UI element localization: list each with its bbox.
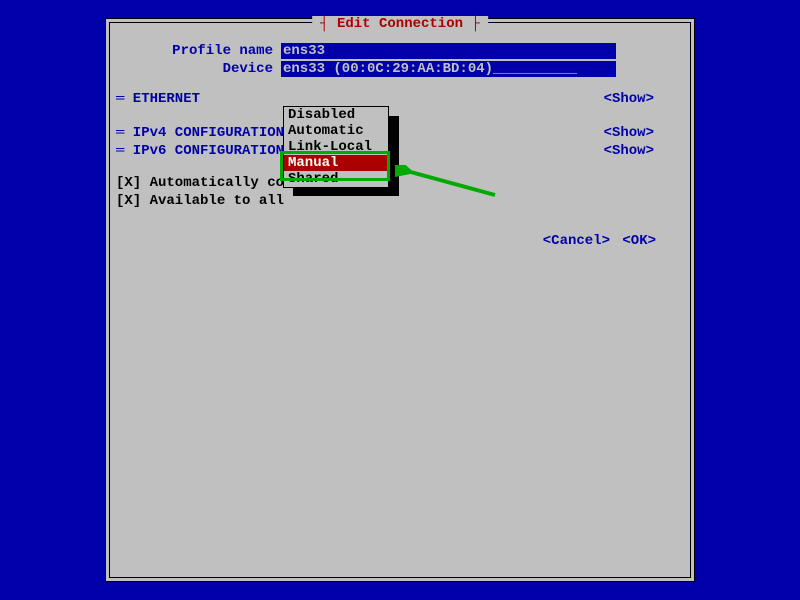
- dialog-content: Profile name ens33 Device ens33 (00:0C:2…: [116, 43, 684, 209]
- dropdown-item-manual[interactable]: Manual: [284, 155, 388, 171]
- device-input[interactable]: ens33 (00:0C:29:AA:BD:04)__________: [281, 61, 616, 77]
- ok-button[interactable]: <OK>: [622, 233, 656, 249]
- ethernet-label: ═ ETHERNET: [116, 91, 200, 107]
- profile-name-label: Profile name: [126, 43, 281, 59]
- dialog-buttons: <Cancel> <OK>: [539, 233, 656, 249]
- edit-connection-dialog: ┤ Edit Connection ├ Profile name ens33 D…: [105, 18, 695, 582]
- device-label: Device: [126, 61, 281, 77]
- dropdown-item-disabled[interactable]: Disabled: [284, 107, 388, 123]
- dialog-title: ┤ Edit Connection ├: [312, 16, 488, 32]
- ipv4-show-link[interactable]: <Show>: [604, 125, 654, 141]
- profile-name-row: Profile name ens33: [126, 43, 684, 59]
- dropdown-item-shared[interactable]: Shared: [284, 171, 388, 187]
- profile-name-input[interactable]: ens33: [281, 43, 616, 59]
- ethernet-show-link[interactable]: <Show>: [604, 91, 654, 107]
- ipv4-label: ═ IPv4 CONFIGURATION: [116, 125, 284, 141]
- ipv6-section: ═ IPv6 CONFIGURATION <Show>: [116, 143, 684, 159]
- ipv6-label: ═ IPv6 CONFIGURATION: [116, 143, 284, 159]
- auto-connect-checkbox[interactable]: [X] Automatically co: [116, 175, 684, 191]
- ipv4-section: ═ IPv4 CONFIGURATION <Show>: [116, 125, 684, 141]
- available-all-checkbox[interactable]: [X] Available to all: [116, 193, 684, 209]
- config-mode-dropdown[interactable]: Disabled Automatic Link-Local Manual Sha…: [283, 106, 389, 188]
- dropdown-item-automatic[interactable]: Automatic: [284, 123, 388, 139]
- device-row: Device ens33 (00:0C:29:AA:BD:04)________…: [126, 61, 684, 77]
- ethernet-section: ═ ETHERNET <Show>: [116, 91, 684, 107]
- cancel-button[interactable]: <Cancel>: [543, 233, 610, 249]
- ipv6-show-link[interactable]: <Show>: [604, 143, 654, 159]
- dropdown-item-link-local[interactable]: Link-Local: [284, 139, 388, 155]
